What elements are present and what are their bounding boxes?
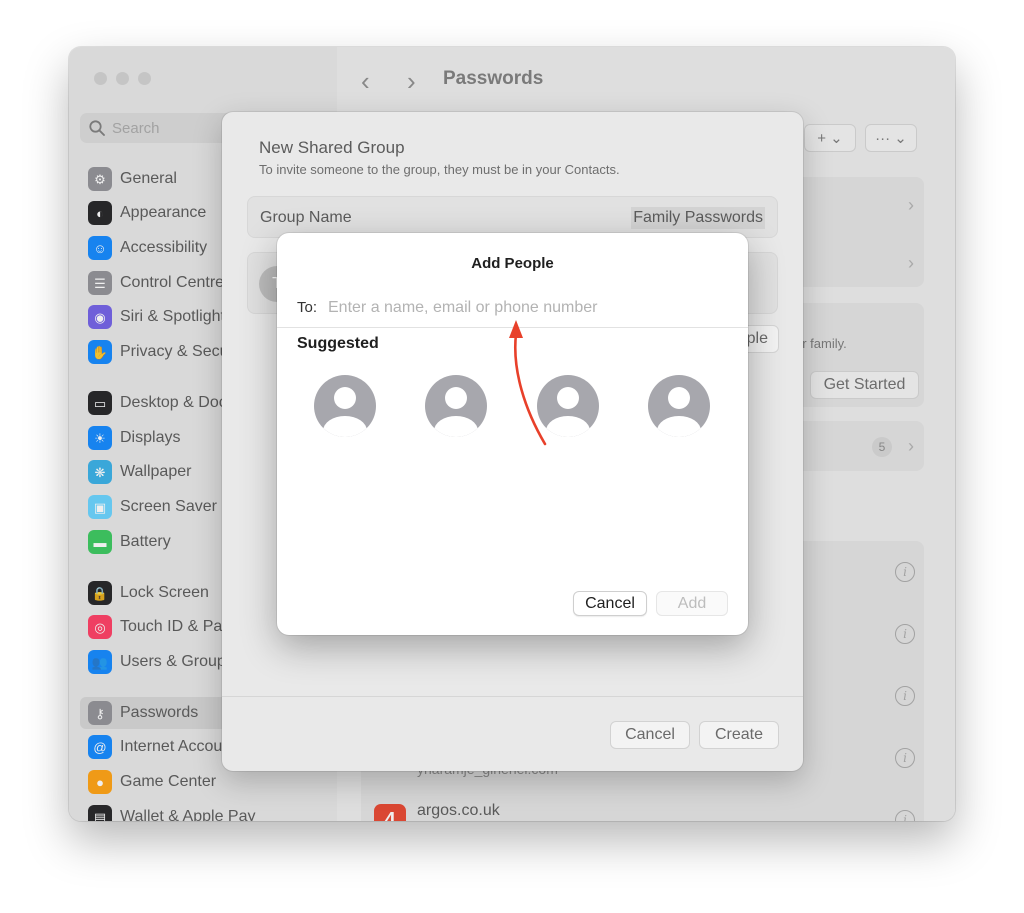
recipient-input[interactable] <box>328 297 708 319</box>
to-label: To: <box>297 299 318 316</box>
suggested-contact[interactable] <box>648 375 710 437</box>
sheet-subtitle: To invite someone to the group, they mus… <box>259 162 620 177</box>
sheet-cancel-button[interactable]: Cancel <box>610 721 690 749</box>
person-icon <box>537 375 599 437</box>
person-icon <box>648 375 710 437</box>
dialog-title: Add People <box>471 255 554 272</box>
suggested-contact[interactable] <box>425 375 487 437</box>
person-icon <box>425 375 487 437</box>
suggested-contact[interactable] <box>314 375 376 437</box>
suggested-heading: Suggested <box>297 335 379 352</box>
sheet-divider <box>222 696 803 697</box>
dialog-cancel-button[interactable]: Cancel <box>573 591 647 616</box>
dialog-divider <box>277 327 748 328</box>
group-name-row: Group Name Family Passwords <box>247 196 778 238</box>
person-icon <box>314 375 376 437</box>
group-name-label: Group Name <box>260 209 352 226</box>
dialog-add-button[interactable]: Add <box>656 591 728 616</box>
group-name-field[interactable]: Family Passwords <box>631 207 765 229</box>
sheet-title: New Shared Group <box>259 138 405 157</box>
add-people-dialog: Add People To: Suggested <box>277 233 748 635</box>
create-button[interactable]: Create <box>699 721 779 749</box>
suggested-contact[interactable] <box>537 375 599 437</box>
